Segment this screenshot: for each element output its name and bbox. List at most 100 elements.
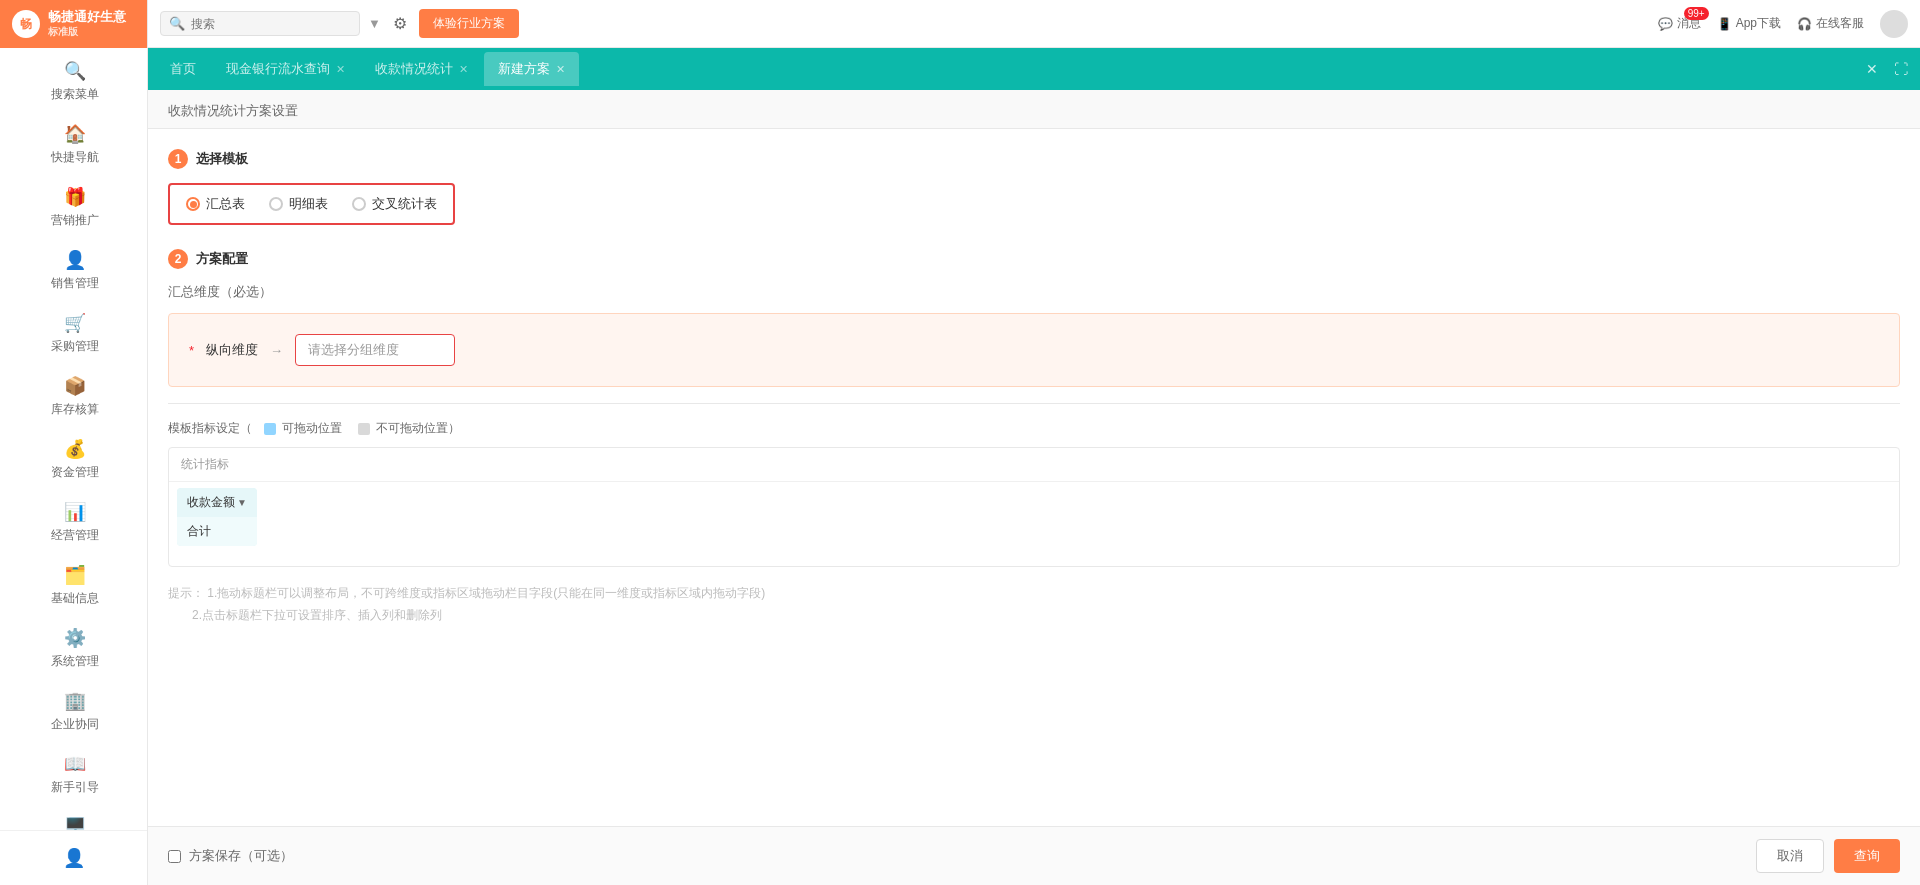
radio-summary-circle — [186, 197, 200, 211]
online-service-item[interactable]: 🎧 在线客服 — [1797, 15, 1864, 32]
metrics-card-body: 合计 — [177, 517, 257, 546]
radio-cross-circle — [352, 197, 366, 211]
tips-section: 提示： 1.拖动标题栏可以调整布局，不可跨维度或指标区域拖动栏目字段(只能在同一… — [168, 583, 1900, 626]
tab-new-plan-label: 新建方案 — [498, 60, 550, 78]
monitor-icon: 🖥️ — [64, 816, 86, 830]
radio-summary-label: 汇总表 — [206, 195, 245, 213]
dimension-label: 汇总维度（必选） — [168, 283, 1900, 301]
tab-close-all-icon[interactable]: ✕ — [1862, 57, 1882, 81]
sidebar-item-label: 系统管理 — [51, 653, 99, 670]
tab-collection[interactable]: 收款情况统计 ✕ — [361, 52, 482, 86]
step1-header: 1 选择模板 — [168, 149, 1900, 169]
sidebar-item-operation[interactable]: 📊 经营管理 — [0, 489, 147, 552]
not-draggable-color-dot — [358, 423, 370, 435]
topbar-search-box[interactable]: 🔍 — [160, 11, 360, 36]
sidebar-item-purchase[interactable]: 🛒 采购管理 — [0, 300, 147, 363]
user-avatar[interactable] — [1880, 10, 1908, 38]
dimension-area: * 纵向维度 → 请选择分组维度 — [168, 313, 1900, 387]
tabbar-actions: ✕ ⛶ — [1862, 57, 1912, 81]
radio-detail-label: 明细表 — [289, 195, 328, 213]
industry-plan-button[interactable]: 体验行业方案 — [419, 9, 519, 38]
sidebar: 畅 畅捷通好生意 标准版 🔍 搜索菜单 🏠 快捷导航 🎁 营销推广 👤 销售管理… — [0, 0, 148, 885]
config-section: 汇总维度（必选） * 纵向维度 → 请选择分组维度 — [168, 283, 1900, 626]
stats-label: 统计指标 — [169, 448, 1899, 482]
tab-expand-icon[interactable]: ⛶ — [1890, 57, 1912, 81]
chevron-down-icon[interactable]: ▼ — [237, 497, 247, 508]
home-icon: 🏠 — [64, 123, 86, 145]
radio-cross[interactable]: 交叉统计表 — [352, 195, 437, 213]
metrics-table-area: 统计指标 收款金额 ▼ 合计 — [168, 447, 1900, 567]
notification-icon: 💬 — [1658, 17, 1673, 31]
box-icon: 📦 — [64, 375, 86, 397]
profile-icon: 👤 — [63, 847, 85, 869]
required-asterisk: * — [189, 343, 194, 358]
sidebar-item-system[interactable]: ⚙️ 系统管理 — [0, 615, 147, 678]
tab-home[interactable]: 首页 — [156, 52, 210, 86]
dimension-row: * 纵向维度 → 请选择分组维度 — [189, 334, 1879, 366]
content-body: 1 选择模板 汇总表 明细表 交叉统计表 — [148, 129, 1920, 826]
sidebar-item-hardware[interactable]: 🖥️ 智能硬件 — [0, 804, 147, 830]
building-icon: 🏢 — [64, 690, 86, 712]
query-button[interactable]: 查询 — [1834, 839, 1900, 873]
logo-icon: 畅 — [12, 10, 40, 38]
sidebar-item-sales[interactable]: 👤 销售管理 — [0, 237, 147, 300]
sidebar-item-guide[interactable]: 📖 新手引导 — [0, 741, 147, 804]
sidebar-footer-profile[interactable]: 👤 — [0, 839, 147, 877]
sidebar-nav: 🔍 搜索菜单 🏠 快捷导航 🎁 营销推广 👤 销售管理 🛒 采购管理 📦 库存核… — [0, 48, 147, 830]
sidebar-footer: 👤 — [0, 830, 147, 885]
sidebar-item-corp[interactable]: 🏢 企业协同 — [0, 678, 147, 741]
footer: 方案保存（可选） 取消 查询 — [148, 826, 1920, 885]
tab-bank-close-icon[interactable]: ✕ — [336, 63, 345, 76]
radio-detail[interactable]: 明细表 — [269, 195, 328, 213]
sidebar-item-inventory[interactable]: 📦 库存核算 — [0, 363, 147, 426]
metrics-card: 收款金额 ▼ 合计 — [177, 488, 257, 546]
settings-icon: ⚙️ — [64, 627, 86, 649]
topbar-dropdown-icon[interactable]: ▼ — [368, 16, 381, 31]
notification-badge: 99+ — [1684, 7, 1709, 20]
tab-collection-close-icon[interactable]: ✕ — [459, 63, 468, 76]
dimension-select[interactable]: 请选择分组维度 — [295, 334, 455, 366]
topbar-gear-icon[interactable]: ⚙ — [389, 10, 411, 37]
search-input[interactable] — [191, 17, 351, 31]
money-icon: 💰 — [64, 438, 86, 460]
app-download-item[interactable]: 📱 App下载 — [1717, 15, 1781, 32]
save-checkbox[interactable] — [168, 850, 181, 863]
sidebar-item-search[interactable]: 🔍 搜索菜单 — [0, 48, 147, 111]
notification-item[interactable]: 💬 消息 99+ — [1658, 15, 1701, 32]
metrics-card-header[interactable]: 收款金额 ▼ — [177, 488, 257, 517]
radio-summary[interactable]: 汇总表 — [186, 195, 245, 213]
online-service-label: 在线客服 — [1816, 15, 1864, 32]
cancel-button[interactable]: 取消 — [1756, 839, 1824, 873]
sidebar-item-marketing[interactable]: 🎁 营销推广 — [0, 174, 147, 237]
main-area: 🔍 ▼ ⚙ 体验行业方案 💬 消息 99+ 📱 App下载 🎧 在线客服 — [148, 0, 1920, 885]
chart-icon: 📊 — [64, 501, 86, 523]
book-icon: 📖 — [64, 753, 86, 775]
user-icon: 👤 — [64, 249, 86, 271]
tab-collection-label: 收款情况统计 — [375, 60, 453, 78]
tab-bank[interactable]: 现金银行流水查询 ✕ — [212, 52, 359, 86]
topbar-right: 💬 消息 99+ 📱 App下载 🎧 在线客服 — [1658, 10, 1908, 38]
sidebar-item-nav[interactable]: 🏠 快捷导航 — [0, 111, 147, 174]
metrics-card-value: 合计 — [187, 524, 211, 538]
tip-title: 提示： 1.拖动标题栏可以调整布局，不可跨维度或指标区域拖动栏目字段(只能在同一… — [168, 583, 1900, 605]
draggable-toggle: 可拖动位置 — [264, 420, 342, 437]
tab-new-plan[interactable]: 新建方案 ✕ — [484, 52, 579, 86]
radio-detail-circle — [269, 197, 283, 211]
folder-icon: 🗂️ — [64, 564, 86, 586]
breadcrumb: 收款情况统计方案设置 — [148, 90, 1920, 129]
search-icon: 🔍 — [64, 60, 86, 82]
step1-section: 1 选择模板 汇总表 明细表 交叉统计表 — [168, 149, 1900, 225]
step2-header: 2 方案配置 — [168, 249, 1900, 269]
app-name: 畅捷通好生意 — [48, 9, 126, 25]
sidebar-item-finance[interactable]: 💰 资金管理 — [0, 426, 147, 489]
sidebar-item-label: 基础信息 — [51, 590, 99, 607]
service-icon: 🎧 — [1797, 17, 1812, 31]
tab-new-plan-close-icon[interactable]: ✕ — [556, 63, 565, 76]
sidebar-item-basic[interactable]: 🗂️ 基础信息 — [0, 552, 147, 615]
step2-section: 2 方案配置 汇总维度（必选） * 纵向维度 → 请选择分组维度 — [168, 249, 1900, 626]
draggable-label: 可拖动位置 — [282, 420, 342, 437]
sidebar-item-label: 经营管理 — [51, 527, 99, 544]
metrics-toggle-group: 可拖动位置 不可拖动位置） — [264, 420, 460, 437]
tips-title-text: 提示： — [168, 586, 204, 600]
metrics-config-label: 模板指标设定（ — [168, 420, 252, 437]
